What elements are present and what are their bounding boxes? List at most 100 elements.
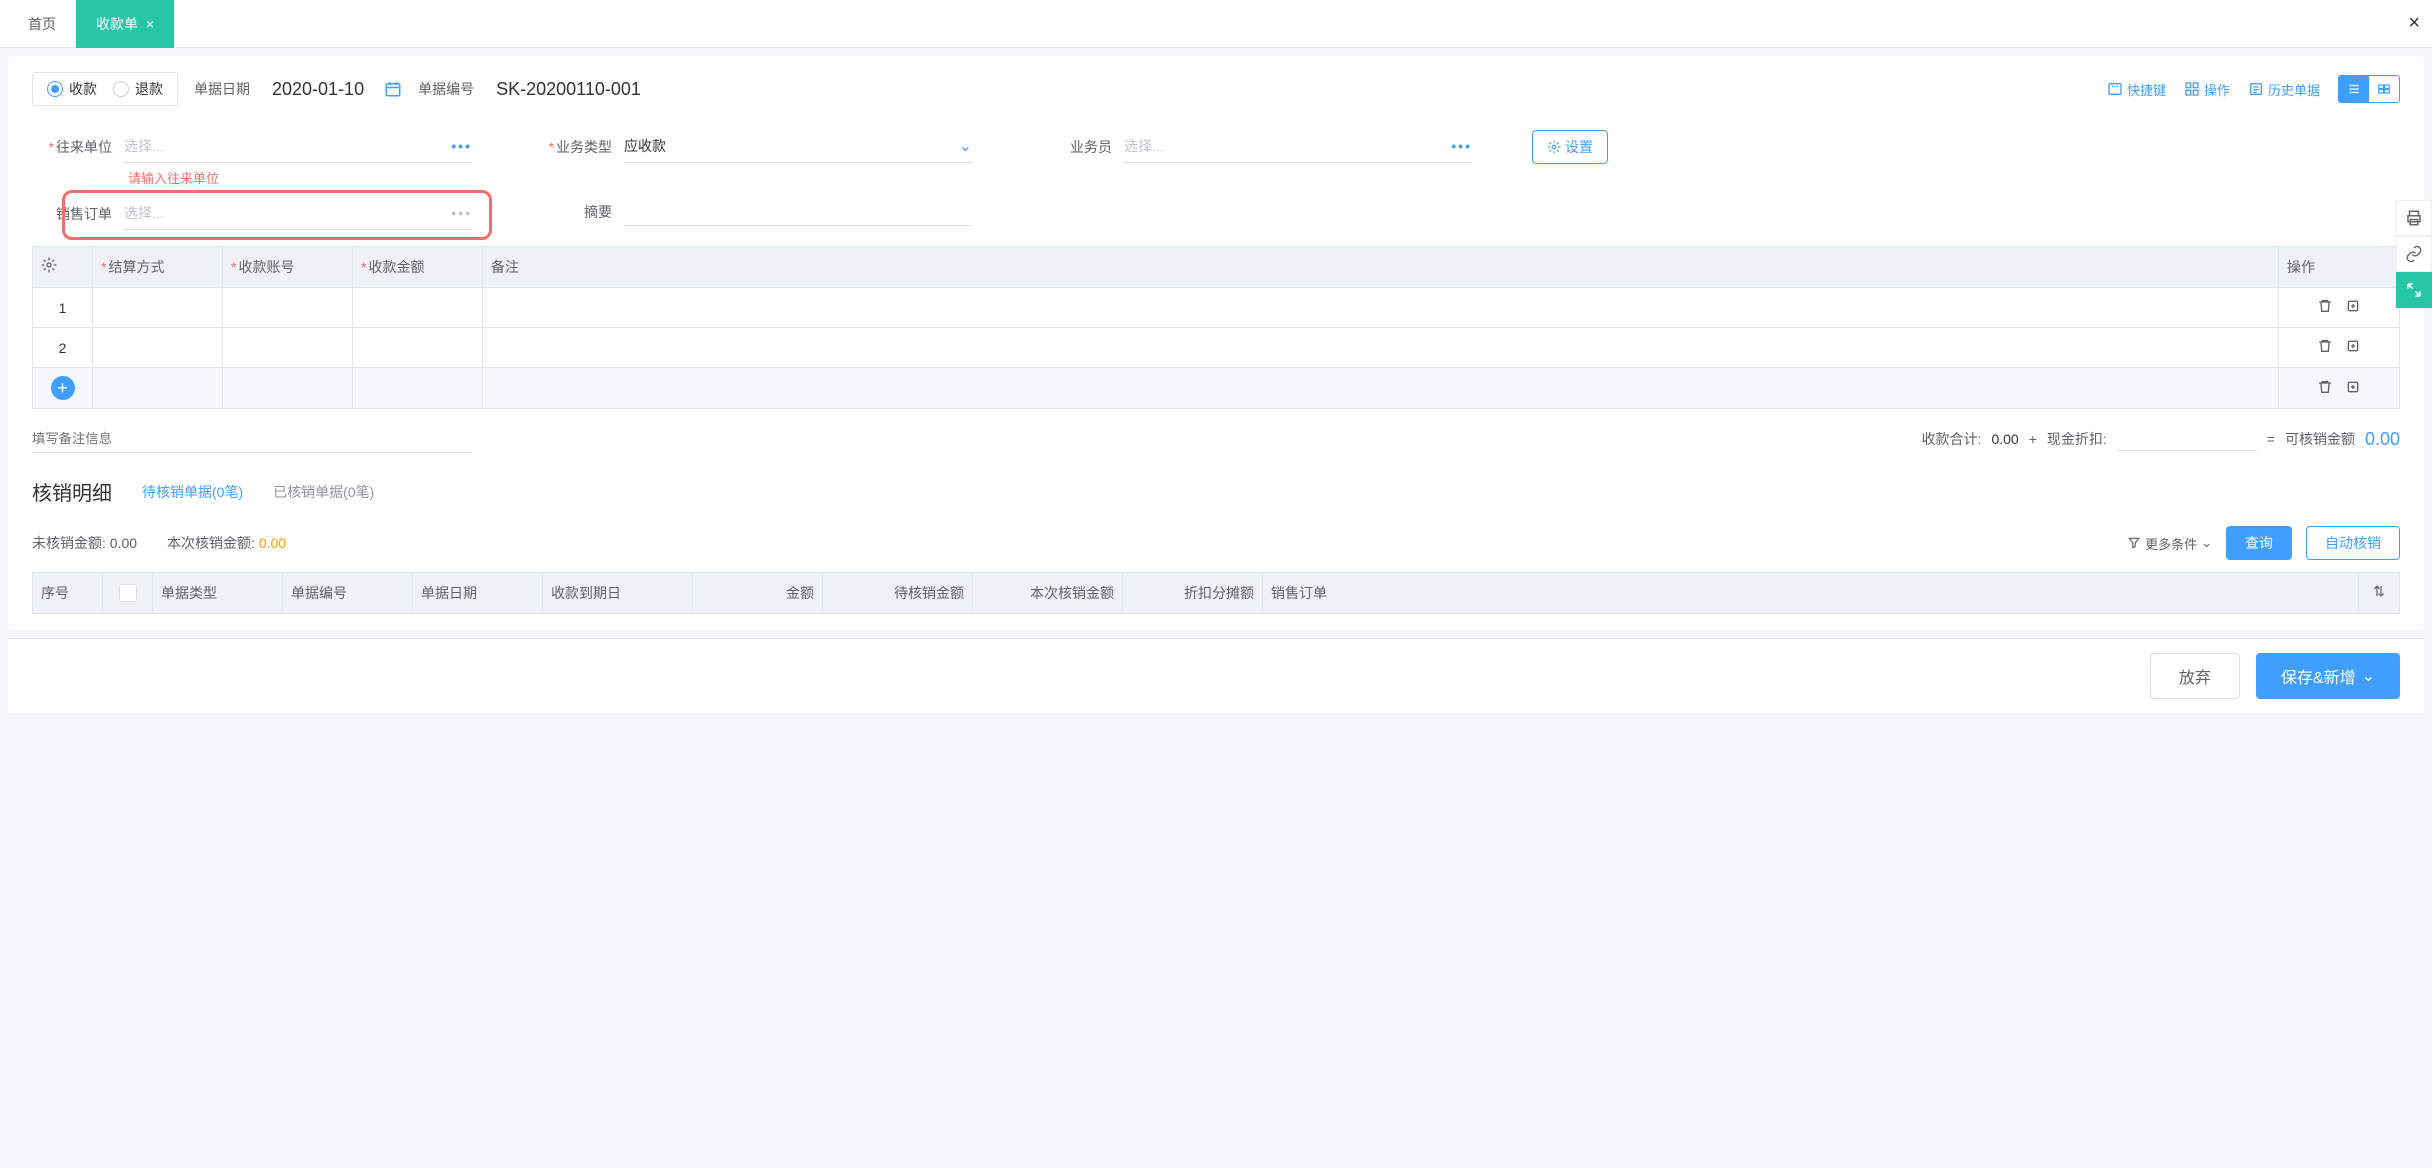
col-pending[interactable]: 待核销金额 <box>823 573 973 613</box>
top-actions: 快捷键 操作 历史单据 <box>2107 75 2400 103</box>
close-all-icon[interactable]: × <box>2408 12 2420 35</box>
biztype-field: *业务类型 应收款 ⌄ <box>532 130 972 163</box>
print-button[interactable] <box>2396 200 2432 236</box>
col-this[interactable]: 本次核销金额 <box>973 573 1123 613</box>
copy-icon[interactable] <box>2345 338 2361 357</box>
sales-select[interactable]: 选择... ••• <box>1124 130 1472 163</box>
order-field: 销售订单 选择... ••• <box>32 197 472 230</box>
col-due[interactable]: 收款到期日 <box>543 573 693 613</box>
doc-date-label: 单据日期 <box>194 79 250 99</box>
more-icon: ••• <box>451 205 472 221</box>
save-button[interactable]: 保存&新增 ⌄ <box>2256 653 2400 699</box>
col-no[interactable]: 单据编号 <box>283 573 413 613</box>
cell-settle[interactable] <box>93 288 223 327</box>
biztype-select[interactable]: 应收款 ⌄ <box>624 130 972 163</box>
radio-receipt[interactable]: 收款 <box>47 79 97 99</box>
summary-input[interactable] <box>624 197 972 226</box>
chevron-down-icon: ⌄ <box>2362 666 2375 686</box>
table-row: 1 <box>33 287 2399 327</box>
delete-icon[interactable] <box>2317 379 2333 398</box>
order-select[interactable]: 选择... ••• <box>124 197 472 230</box>
writeoff-value: 0.00 <box>2365 429 2400 450</box>
grid-header: *结算方式 *收款账号 *收款金额 备注 操作 <box>33 247 2399 287</box>
expand-button[interactable] <box>2396 272 2432 308</box>
auto-writeoff-button[interactable]: 自动核销 <box>2306 526 2400 560</box>
query-button[interactable]: 查询 <box>2226 526 2292 560</box>
grid-icon <box>2184 81 2200 97</box>
copy-icon[interactable] <box>2345 298 2361 317</box>
unwriteoff-info: 未核销金额: 0.00 <box>32 533 137 553</box>
col-settle: *结算方式 <box>93 247 223 287</box>
attachment-button[interactable] <box>2396 236 2432 272</box>
view-card-button[interactable] <box>2369 76 2399 102</box>
cell-remark[interactable] <box>483 288 2279 327</box>
table-row: 2 <box>33 327 2399 367</box>
this-writeoff-info: 本次核销金额: 0.00 <box>167 533 286 553</box>
calendar-icon[interactable] <box>384 80 402 98</box>
radio-receipt-label: 收款 <box>69 79 97 99</box>
remark-input[interactable] <box>32 425 472 453</box>
cell-remark[interactable] <box>483 328 2279 367</box>
order-label: 销售订单 <box>32 204 112 224</box>
view-list-button[interactable] <box>2339 76 2369 102</box>
col-remark: 备注 <box>483 247 2279 287</box>
cancel-button[interactable]: 放弃 <box>2150 653 2240 699</box>
chevron-down-icon: ⌄ <box>959 136 972 156</box>
col-type[interactable]: 单据类型 <box>153 573 283 613</box>
tab-receipt[interactable]: 收款单 × <box>76 0 174 48</box>
sales-field: 业务员 选择... ••• <box>1032 130 1472 163</box>
partner-error: 请输入往来单位 <box>128 168 2400 187</box>
tab-home[interactable]: 首页 <box>8 0 76 48</box>
partner-field: *往来单位 选择... ••• <box>32 130 472 163</box>
more-icon: ••• <box>451 138 472 154</box>
plus-sign: + <box>2029 431 2037 447</box>
discount-input[interactable] <box>2117 427 2257 451</box>
col-date[interactable]: 单据日期 <box>413 573 543 613</box>
row-index: 2 <box>33 328 93 367</box>
radio-checked-icon <box>47 81 63 97</box>
row-index: 1 <box>33 288 93 327</box>
sort-icon: ⇅ <box>2373 583 2385 599</box>
radio-refund[interactable]: 退款 <box>113 79 163 99</box>
radio-unchecked-icon <box>113 81 129 97</box>
col-discount[interactable]: 折扣分摊额 <box>1123 573 1263 613</box>
payment-grid: *结算方式 *收款账号 *收款金额 备注 操作 1 2 <box>32 246 2400 409</box>
cell-amount[interactable] <box>353 288 483 327</box>
add-row-button[interactable]: + <box>51 376 75 400</box>
cell-account[interactable] <box>223 288 353 327</box>
delete-icon[interactable] <box>2317 338 2333 357</box>
grid-settings-button[interactable] <box>33 247 93 287</box>
side-tools <box>2396 200 2432 308</box>
keyboard-icon <box>2107 81 2123 97</box>
col-order[interactable]: 销售订单 <box>1263 573 2359 613</box>
copy-icon[interactable] <box>2345 379 2361 398</box>
col-sort[interactable]: ⇅ <box>2359 573 2399 613</box>
doc-date-value[interactable]: 2020-01-10 <box>272 79 364 100</box>
top-row: 收款 退款 单据日期 2020-01-10 单据编号 SK-20200110-0… <box>32 72 2400 106</box>
writeoff-title: 核销明细 <box>32 477 112 506</box>
more-icon: ••• <box>1451 138 1472 154</box>
settings-button[interactable]: 设置 <box>1532 130 1608 164</box>
cell-account[interactable] <box>223 328 353 367</box>
list-icon <box>2248 81 2264 97</box>
summary-row: 收款合计: 0.00 + 现金折扣: = 可核销金额 0.00 <box>32 425 2400 453</box>
delete-icon[interactable] <box>2317 298 2333 317</box>
col-checkbox <box>103 573 153 613</box>
cell-settle[interactable] <box>93 328 223 367</box>
more-conditions-button[interactable]: 更多条件 ⌄ <box>2127 534 2212 553</box>
card-icon <box>2377 82 2391 96</box>
cell-amount[interactable] <box>353 328 483 367</box>
checkbox-all[interactable] <box>119 584 137 602</box>
tab-done[interactable]: 已核销单据(0笔) <box>273 482 374 502</box>
history-link[interactable]: 历史单据 <box>2248 80 2320 99</box>
tab-pending[interactable]: 待核销单据(0笔) <box>142 482 243 502</box>
close-icon[interactable]: × <box>146 16 154 32</box>
col-index: 序号 <box>33 573 103 613</box>
operate-link[interactable]: 操作 <box>2184 80 2230 99</box>
shortcut-link[interactable]: 快捷键 <box>2107 80 2166 99</box>
mode-radio-group: 收款 退款 <box>32 72 178 106</box>
writeoff-section-header: 核销明细 待核销单据(0笔) 已核销单据(0笔) <box>32 477 2400 506</box>
link-icon <box>2405 245 2423 263</box>
partner-select[interactable]: 选择... ••• <box>124 130 472 163</box>
col-amount[interactable]: 金额 <box>693 573 823 613</box>
